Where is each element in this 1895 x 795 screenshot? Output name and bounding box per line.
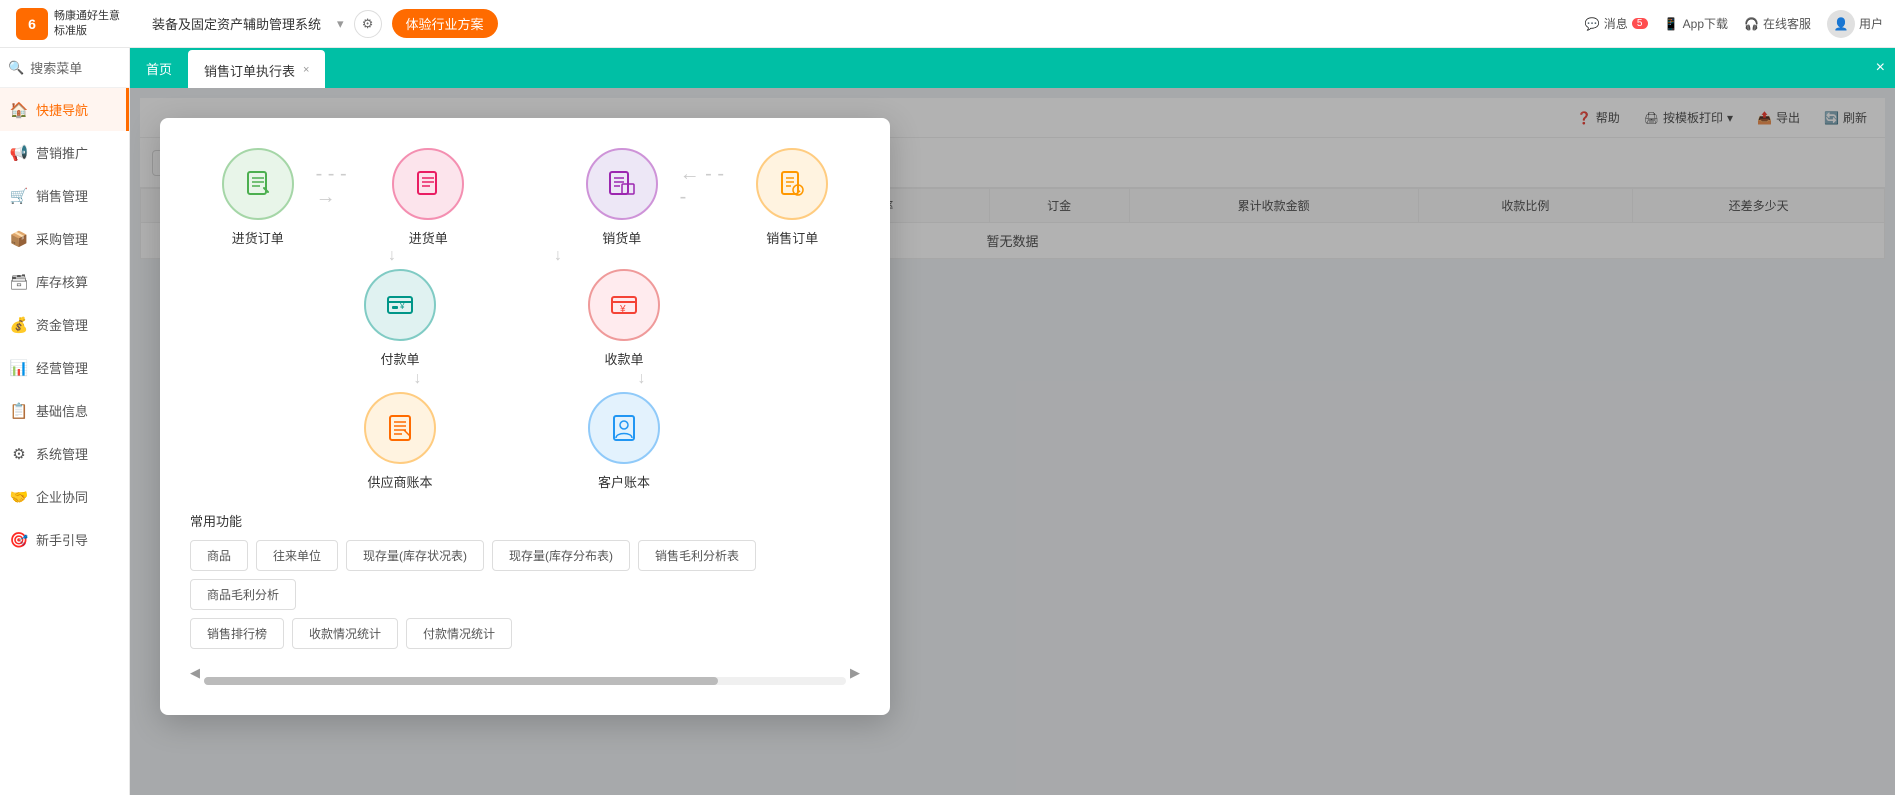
scrollbar-thumb <box>204 677 718 685</box>
scroll-right-icon[interactable]: ▶ <box>850 665 860 681</box>
enterprise-icon: 🤝 <box>10 488 28 506</box>
sidebar-item-sales[interactable]: 🛒 销售管理 <box>0 174 129 217</box>
tab-bar-close-button[interactable]: × <box>1876 59 1885 77</box>
sidebar-item-inventory[interactable]: 🗃 库存核算 <box>0 260 129 303</box>
search-menu-item[interactable]: 🔍 搜索菜单 <box>0 48 129 88</box>
flow-section: 进货订单 - - - → <box>190 148 860 491</box>
logo-area: 6 畅康通好生意 标准版 <box>12 8 142 40</box>
finance-icon: 💰 <box>10 316 28 334</box>
system-title: 装备及固定资产辅助管理系统 <box>152 14 321 33</box>
btn-sales-margin[interactable]: 销售毛利分析表 <box>638 540 756 571</box>
btn-product-margin[interactable]: 商品毛利分析 <box>190 579 296 610</box>
online-service-item[interactable]: 🎧 在线客服 <box>1744 15 1811 32</box>
inventory-icon: 🗃 <box>10 273 28 291</box>
modal-scrollbar[interactable] <box>204 677 846 685</box>
btn-product[interactable]: 商品 <box>190 540 248 571</box>
sidebar-item-base-info[interactable]: 📋 基础信息 <box>0 389 129 432</box>
top-bar-right: 💬 消息 5 📱 App下载 🎧 在线客服 👤 用户 <box>1585 10 1883 38</box>
app-container: 6 畅康通好生意 标准版 装备及固定资产辅助管理系统 ▾ ⚙ 体验行业方案 💬 … <box>0 0 1895 795</box>
flow-item-sales-order[interactable]: 销售订单 <box>724 148 860 247</box>
operations-icon: 📊 <box>10 359 28 377</box>
purchase-bill-circle <box>392 148 464 220</box>
common-functions-title: 常用功能 <box>190 511 860 530</box>
sidebar-item-marketing[interactable]: 📢 营销推广 <box>0 131 129 174</box>
flow-item-customer-account[interactable]: 客户账本 <box>554 392 694 491</box>
system-icon: ⚙ <box>10 445 28 463</box>
sidebar-item-purchase[interactable]: 📦 采购管理 <box>0 217 129 260</box>
payment-circle: ¥ <box>364 269 436 341</box>
dropdown-icon[interactable]: ▾ <box>337 16 344 32</box>
main-area: 🔍 搜索菜单 🏠 快捷导航 📢 营销推广 🛒 销售管理 📦 采购管理 🗃 <box>0 48 1895 795</box>
sales-order-circle <box>756 148 828 220</box>
svg-text:¥: ¥ <box>399 302 405 311</box>
sidebar: 🔍 搜索菜单 🏠 快捷导航 📢 营销推广 🛒 销售管理 📦 采购管理 🗃 <box>0 48 130 795</box>
avatar: 👤 <box>1827 10 1855 38</box>
tab-close-icon[interactable]: × <box>303 64 309 76</box>
common-functions-section: 常用功能 商品 往来单位 现存量(库存状况表) 现存量(库存分布表) 销售毛利分… <box>190 511 860 649</box>
btn-payment-stat[interactable]: 付款情况统计 <box>406 618 512 649</box>
sidebar-item-guide[interactable]: 🎯 新手引导 <box>0 518 129 561</box>
tab-home[interactable]: 首页 <box>130 48 188 88</box>
search-icon: 🔍 <box>8 60 24 76</box>
guide-icon: 🎯 <box>10 531 28 549</box>
logo-text: 畅康通好生意 标准版 <box>54 9 120 38</box>
receipt-circle: ¥ <box>588 269 660 341</box>
flow-item-payment[interactable]: ¥ 付款单 <box>330 269 470 368</box>
supplier-account-circle <box>364 392 436 464</box>
sidebar-item-operations[interactable]: 📊 经营管理 <box>0 346 129 389</box>
scroll-left-icon[interactable]: ◀ <box>190 665 200 681</box>
trial-button[interactable]: 体验行业方案 <box>392 9 498 38</box>
btn-receipt-stat[interactable]: 收款情况统计 <box>292 618 398 649</box>
btn-partner[interactable]: 往来单位 <box>256 540 338 571</box>
flow-modal: 进货订单 - - - → <box>160 118 890 715</box>
tab-bar: 首页 销售订单执行表 × × <box>130 48 1895 88</box>
base-info-icon: 📋 <box>10 402 28 420</box>
page-content: ❓ 帮助 🖨 按模板打印 ▾ 📤 导出 🔄 <box>130 88 1895 795</box>
home-icon: 🏠 <box>10 101 28 119</box>
btn-sales-rank[interactable]: 销售排行榜 <box>190 618 284 649</box>
flow-item-supplier-account[interactable]: 供应商账本 <box>330 392 470 491</box>
common-btns-row2: 销售排行榜 收款情况统计 付款情况统计 <box>190 618 860 649</box>
flow-item-purchase-bill[interactable]: 进货单 <box>360 148 496 247</box>
customer-account-circle <box>588 392 660 464</box>
top-bar: 6 畅康通好生意 标准版 装备及固定资产辅助管理系统 ▾ ⚙ 体验行业方案 💬 … <box>0 0 1895 48</box>
modal-scroll-area: ◀ ▶ <box>190 661 860 685</box>
settings-button[interactable]: ⚙ <box>354 10 382 38</box>
flow-item-sales-bill[interactable]: 销货单 <box>554 148 690 247</box>
marketing-icon: 📢 <box>10 144 28 162</box>
headset-icon: 🎧 <box>1744 17 1759 31</box>
modal-overlay: 进货订单 - - - → <box>130 88 1895 795</box>
message-badge: 5 <box>1632 18 1648 29</box>
message-item[interactable]: 💬 消息 5 <box>1585 15 1648 32</box>
flow-item-purchase-order[interactable]: 进货订单 <box>190 148 326 247</box>
purchase-order-circle <box>222 148 294 220</box>
user-item[interactable]: 👤 用户 <box>1827 10 1883 38</box>
sales-bill-circle <box>586 148 658 220</box>
sidebar-item-enterprise[interactable]: 🤝 企业协同 <box>0 475 129 518</box>
btn-stock-dist[interactable]: 现存量(库存分布表) <box>492 540 630 571</box>
sidebar-item-quick-nav[interactable]: 🏠 快捷导航 <box>0 88 129 131</box>
message-icon: 💬 <box>1585 17 1600 31</box>
purchase-icon: 📦 <box>10 230 28 248</box>
btn-stock-status[interactable]: 现存量(库存状况表) <box>346 540 484 571</box>
app-download-item[interactable]: 📱 App下载 <box>1664 15 1728 32</box>
sidebar-item-system[interactable]: ⚙ 系统管理 <box>0 432 129 475</box>
app-download-icon: 📱 <box>1664 17 1679 31</box>
sidebar-item-finance[interactable]: 💰 资金管理 <box>0 303 129 346</box>
flow-item-receipt[interactable]: ¥ 收款单 <box>554 269 694 368</box>
tab-sales-order[interactable]: 销售订单执行表 × <box>188 50 325 90</box>
common-btns-row1: 商品 往来单位 现存量(库存状况表) 现存量(库存分布表) 销售毛利分析表 商品… <box>190 540 860 610</box>
svg-text:¥: ¥ <box>619 304 626 315</box>
content-area: 首页 销售订单执行表 × × ❓ 帮助 <box>130 48 1895 795</box>
sales-icon: 🛒 <box>10 187 28 205</box>
logo-icon: 6 <box>16 8 48 40</box>
